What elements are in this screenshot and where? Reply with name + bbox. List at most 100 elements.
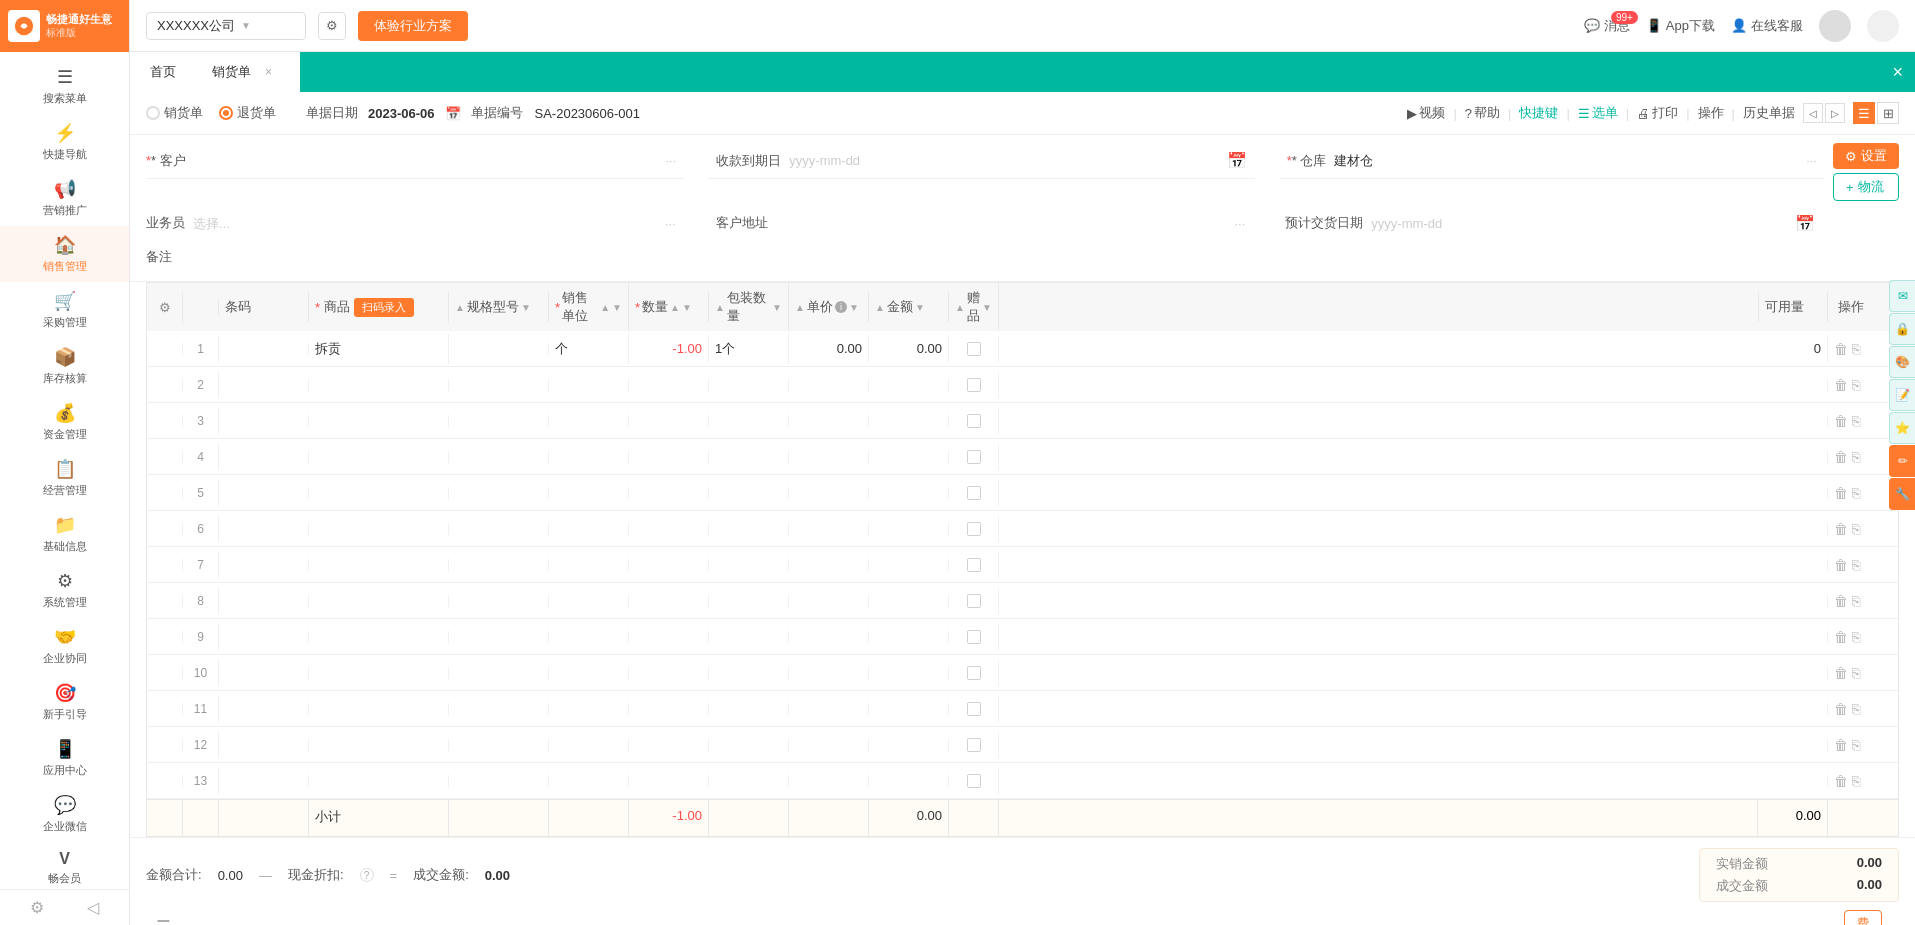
td-spec[interactable] (449, 739, 549, 751)
td-amount[interactable]: 0.00 (869, 335, 949, 362)
td-unit[interactable] (549, 739, 629, 751)
gift-checkbox[interactable] (967, 342, 981, 356)
td-unit[interactable] (549, 379, 629, 391)
td-barcode[interactable] (219, 631, 309, 643)
collect-date-input[interactable] (789, 153, 1226, 168)
td-barcode[interactable] (219, 703, 309, 715)
td-spec[interactable] (449, 559, 549, 571)
td-pkgqty[interactable] (709, 775, 789, 787)
td-gift[interactable] (949, 552, 999, 578)
td-amount[interactable] (869, 739, 949, 751)
sidebar-item-marketing[interactable]: 📢 营销推广 (0, 170, 129, 226)
one-click-collect[interactable]: 一键收款 (146, 913, 177, 925)
copy-icon[interactable]: ⎘ (1852, 449, 1860, 465)
user-avatar2[interactable] (1867, 10, 1899, 42)
sidebar-item-basics[interactable]: 📁 基础信息 (0, 506, 129, 562)
td-product[interactable] (309, 451, 449, 463)
view-list[interactable]: ☰ (1853, 102, 1875, 124)
delete-icon[interactable]: 🗑 (1834, 413, 1848, 429)
rfloat-btn-5[interactable]: ⭐ (1889, 412, 1915, 444)
td-amount[interactable] (869, 559, 949, 571)
td-qty[interactable] (629, 703, 709, 715)
td-product[interactable] (309, 739, 449, 751)
td-price[interactable] (789, 559, 869, 571)
sidebar-item-wechat[interactable]: 💬 企业微信 (0, 786, 129, 842)
td-spec[interactable] (449, 703, 549, 715)
td-price[interactable]: 0.00 (789, 335, 869, 362)
select-link[interactable]: ☰ 选单 (1578, 104, 1618, 122)
td-pkgqty[interactable] (709, 631, 789, 643)
td-gift[interactable] (949, 480, 999, 506)
td-barcode[interactable] (219, 595, 309, 607)
td-product[interactable] (309, 775, 449, 787)
td-gift[interactable] (949, 336, 999, 362)
sidebar-item-sales[interactable]: 🏠 销售管理 (0, 226, 129, 282)
td-spec[interactable] (449, 523, 549, 535)
delivery-calendar-icon[interactable]: 📅 (1795, 214, 1815, 233)
copy-icon[interactable]: ⎘ (1852, 557, 1860, 573)
date-calendar-icon[interactable]: 📅 (445, 106, 461, 121)
td-unit[interactable]: 个 (549, 334, 629, 364)
sidebar-item-inventory[interactable]: 📦 库存核算 (0, 338, 129, 394)
sidebar-item-purchase[interactable]: 🛒 采购管理 (0, 282, 129, 338)
td-gift[interactable] (949, 408, 999, 434)
td-pkgqty[interactable] (709, 739, 789, 751)
td-unit[interactable] (549, 523, 629, 535)
warehouse-input[interactable] (1334, 153, 1806, 168)
radio-sales[interactable]: 销货单 (146, 104, 203, 122)
td-pkgqty[interactable] (709, 487, 789, 499)
notes-input[interactable] (180, 250, 1899, 265)
td-spec[interactable] (449, 667, 549, 679)
copy-icon[interactable]: ⎘ (1852, 665, 1860, 681)
td-gift[interactable] (949, 372, 999, 398)
td-gift[interactable] (949, 516, 999, 542)
address-dots[interactable]: ··· (1235, 216, 1246, 231)
td-pkgqty[interactable] (709, 667, 789, 679)
td-product[interactable] (309, 523, 449, 535)
view-grid[interactable]: ⊞ (1877, 102, 1899, 124)
customer-input[interactable] (194, 153, 666, 168)
rfloat-btn-1[interactable]: ✉ (1889, 280, 1915, 312)
online-service-btn[interactable]: 👤 在线客服 (1731, 17, 1803, 35)
gift-checkbox[interactable] (967, 702, 981, 716)
salesman-dots[interactable]: ··· (665, 216, 676, 231)
message-btn[interactable]: 💬 消息 99+ (1584, 17, 1630, 35)
td-barcode[interactable] (219, 343, 309, 355)
rfloat-btn-3[interactable]: 🎨 (1889, 346, 1915, 378)
discount-info-icon[interactable]: ? (360, 868, 374, 882)
company-selector[interactable]: XXXXXX公司 ▼ (146, 12, 306, 40)
rfloat-btn-2[interactable]: 🔒 (1889, 313, 1915, 345)
shortcut-link[interactable]: 快捷键 (1519, 104, 1558, 122)
gift-checkbox[interactable] (967, 522, 981, 536)
td-pkgqty[interactable] (709, 415, 789, 427)
td-pkgqty[interactable] (709, 703, 789, 715)
delete-icon[interactable]: 🗑 (1834, 521, 1848, 537)
td-amount[interactable] (869, 415, 949, 427)
customer-dots[interactable]: ··· (665, 153, 676, 168)
td-qty[interactable] (629, 523, 709, 535)
td-product[interactable] (309, 559, 449, 571)
td-unit[interactable] (549, 595, 629, 607)
delete-icon[interactable]: 🗑 (1834, 449, 1848, 465)
nav-prev[interactable]: ◁ (1803, 103, 1823, 123)
td-qty[interactable] (629, 451, 709, 463)
td-amount[interactable] (869, 487, 949, 499)
td-unit[interactable] (549, 631, 629, 643)
td-qty[interactable] (629, 667, 709, 679)
td-price[interactable] (789, 631, 869, 643)
copy-icon[interactable]: ⎘ (1852, 485, 1860, 501)
td-price[interactable] (789, 487, 869, 499)
copy-icon[interactable]: ⎘ (1852, 701, 1860, 717)
app-download-btn[interactable]: 📱 App下载 (1646, 17, 1715, 35)
td-price[interactable] (789, 739, 869, 751)
td-gift[interactable] (949, 624, 999, 650)
nav-next[interactable]: ▷ (1825, 103, 1845, 123)
gift-checkbox[interactable] (967, 666, 981, 680)
td-product[interactable] (309, 667, 449, 679)
flow-button[interactable]: + 物流 (1833, 173, 1899, 201)
sidebar-item-member[interactable]: V 畅会员 (0, 842, 129, 889)
td-qty[interactable] (629, 595, 709, 607)
tab-sales-order[interactable]: 销货单 × (196, 52, 300, 92)
delete-icon[interactable]: 🗑 (1834, 701, 1848, 717)
td-qty[interactable] (629, 379, 709, 391)
